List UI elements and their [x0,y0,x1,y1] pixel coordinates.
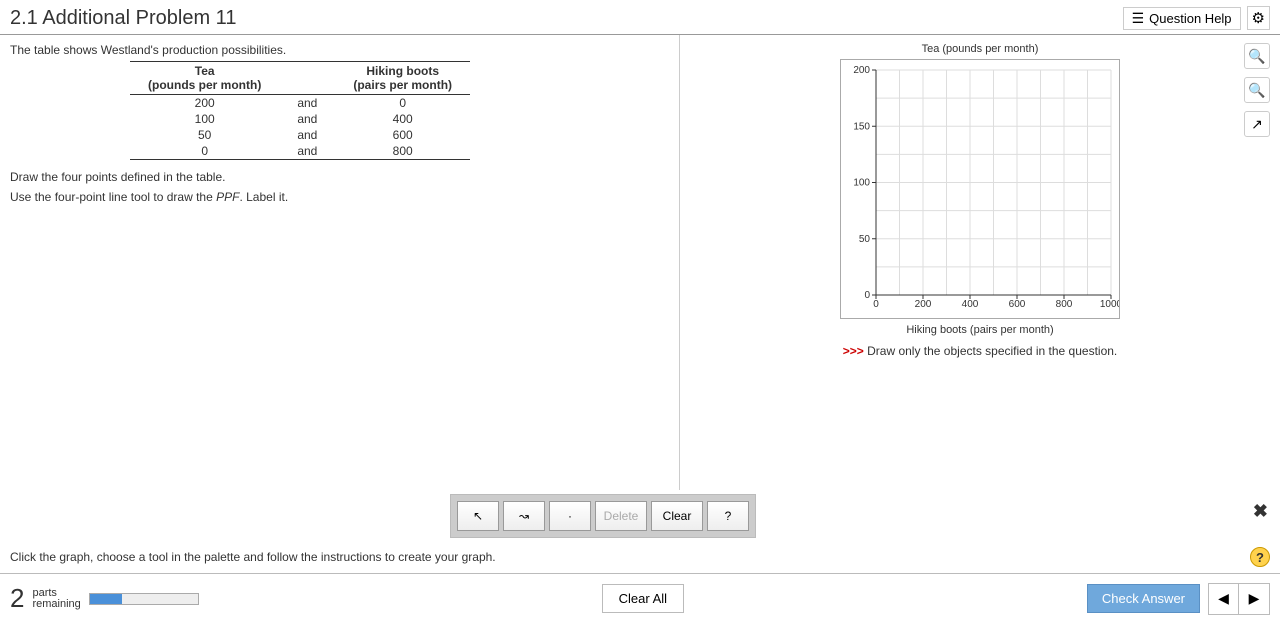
svg-text:800: 800 [1056,299,1073,310]
progress-bar [89,593,199,605]
next-button[interactable]: ▶ [1239,584,1269,614]
pointer-tool[interactable]: ↖ [457,501,499,531]
close-button[interactable]: ✖ [1253,501,1268,522]
palette-help-button[interactable]: ? [707,501,749,531]
footer-center: Clear All [199,584,1087,613]
table-row: 100 and 400 [130,111,470,127]
svg-text:1000: 1000 [1100,299,1120,310]
problem-intro: The table shows Westland's production po… [10,43,669,57]
instruction-1: Draw the four points defined in the tabl… [10,168,669,186]
tool-palette: ↖ ↝ · Delete Clear ? [450,494,756,538]
col-tea-header: Tea (pounds per month) [130,62,279,95]
table-row: 0 and 800 [130,143,470,160]
curve-icon: ↝ [519,509,529,523]
parts-remaining: 2 parts remaining [10,583,199,614]
clear-all-button[interactable]: Clear All [602,584,684,613]
graph-instructions: Click the graph, choose a tool in the pa… [10,550,496,564]
instruction-row: Click the graph, choose a tool in the pa… [0,547,1280,567]
table-row: 200 and 0 [130,95,470,112]
check-answer-button[interactable]: Check Answer [1087,584,1200,613]
chevron-icon: >>> [843,344,864,358]
instruction-2: Use the four-point line tool to draw the… [10,188,669,206]
svg-text:200: 200 [915,299,932,310]
main-content: The table shows Westland's production po… [0,35,1280,490]
col-conj-header [279,62,335,95]
page-header: 2.1 Additional Problem 11 ☰ Question Hel… [0,0,1280,35]
problem-pane: The table shows Westland's production po… [0,35,680,490]
header-actions: ☰ Question Help ⚙ [1123,6,1270,30]
chart-hint: >>> Draw only the objects specified in t… [843,344,1118,358]
curve-tool[interactable]: ↝ [503,501,545,531]
ppf-table: Tea (pounds per month) Hiking boots (pai… [130,61,470,160]
col-boots-header: Hiking boots (pairs per month) [335,62,470,95]
help-button[interactable]: ? [1250,547,1270,567]
svg-text:150: 150 [853,121,870,132]
point-tool[interactable]: · [549,501,591,531]
list-icon: ☰ [1132,11,1145,25]
pointer-icon: ↖ [473,509,483,523]
page-title: 2.1 Additional Problem 11 [10,7,236,30]
graph-pane: 🔍 🔍 ↗ Tea (pounds per month) 02004006008… [680,35,1280,490]
svg-text:200: 200 [853,65,870,76]
footer-right: Check Answer ◀ ▶ [1087,583,1270,615]
svg-text:600: 600 [1009,299,1026,310]
selection-block: Selected: none [10,502,450,530]
progress-fill [90,594,122,604]
parts-number: 2 [10,583,24,614]
delete-button[interactable]: Delete [595,501,647,531]
question-help-label: Question Help [1149,11,1231,26]
svg-text:0: 0 [864,290,870,301]
chart-svg[interactable]: 0 200 400 600 800 1000 0 50 100 150 200 [840,59,1120,319]
chart-x-title: Hiking boots (pairs per month) [906,324,1053,336]
point-icon: · [568,509,572,523]
svg-text:0: 0 [873,299,879,310]
clear-button[interactable]: Clear [651,501,703,531]
chart-y-title: Tea (pounds per month) [922,43,1039,55]
svg-text:100: 100 [853,178,870,189]
chart-wrap: Tea (pounds per month) 02004006008001000… [680,43,1280,358]
prev-button[interactable]: ◀ [1209,584,1239,614]
svg-text:400: 400 [962,299,979,310]
settings-button[interactable]: ⚙ [1247,6,1270,30]
nav-buttons: ◀ ▶ [1208,583,1270,615]
footer: 2 parts remaining Clear All Check Answer… [0,573,1280,623]
svg-text:50: 50 [859,234,871,245]
gear-icon: ⚙ [1252,10,1265,27]
question-help-button[interactable]: ☰ Question Help [1123,7,1241,30]
chart-box[interactable]: 0 200 400 600 800 1000 0 50 100 150 200 [840,59,1120,322]
next-icon: ▶ [1249,590,1260,607]
toolbar-row: Selected: none ↖ ↝ · Delete Clear ? ✖ [0,491,1280,541]
prev-icon: ◀ [1218,590,1229,607]
table-row: 50 and 600 [130,127,470,143]
